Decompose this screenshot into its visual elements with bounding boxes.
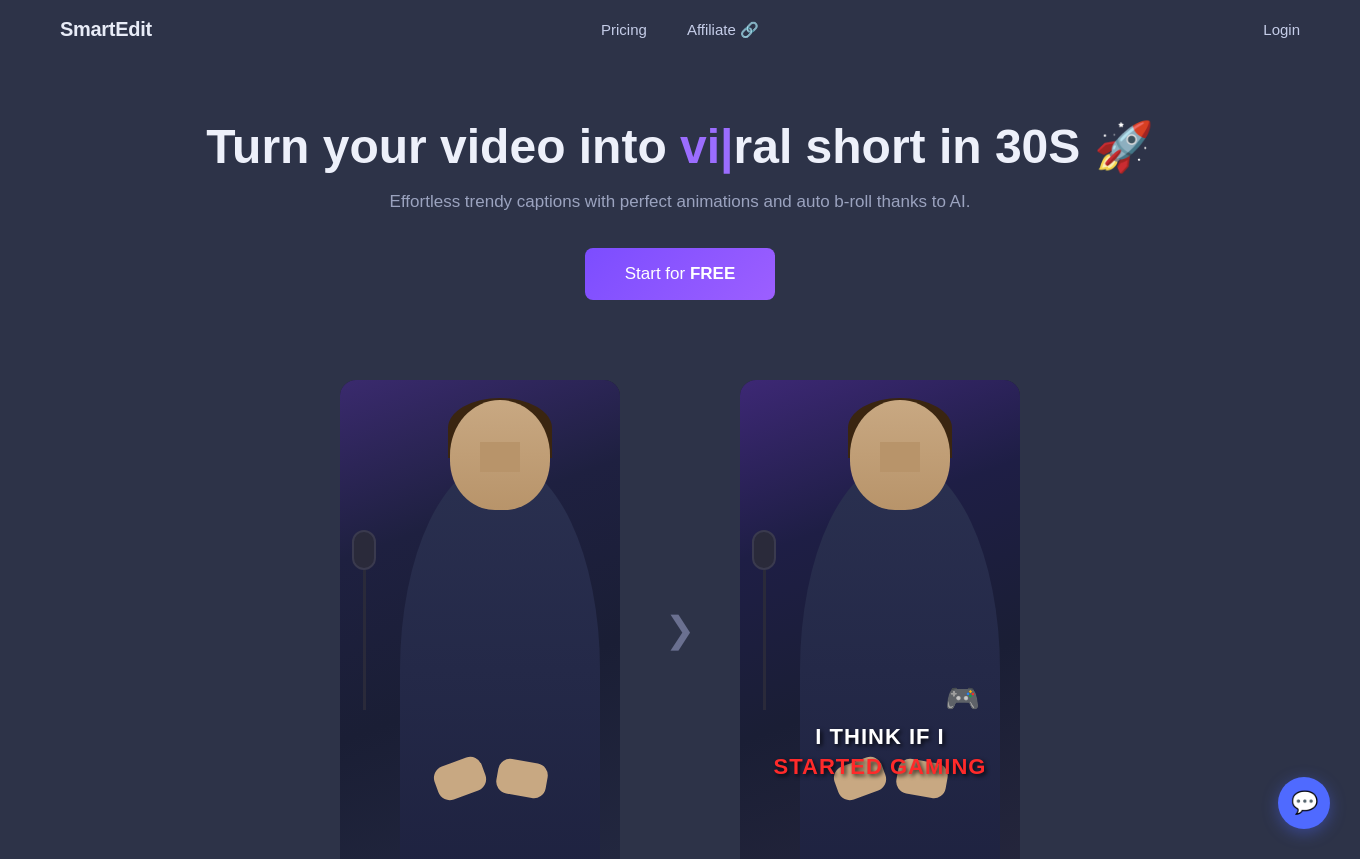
hero-section: Turn your video into vi|ral short in 30S… [0, 59, 1360, 330]
comparison-section: ❯ 🎮 [0, 380, 1360, 859]
cta-button[interactable]: Start for FREE [585, 248, 776, 300]
neck-right [880, 442, 920, 472]
hero-subtitle: Effortless trendy captions with perfect … [20, 192, 1340, 212]
microphone-right [750, 530, 778, 710]
chat-bubble-icon: 💬 [1291, 790, 1318, 816]
hero-title: Turn your video into vi|ral short in 30S… [20, 119, 1340, 174]
comparison-arrow: ❯ [665, 609, 695, 651]
game-icon: 🎮 [945, 682, 980, 715]
video-card-before [340, 380, 620, 859]
cta-strong: FREE [690, 264, 735, 283]
hand-right [495, 757, 550, 800]
video-bg-left [340, 380, 620, 859]
caption-line2: STARTED GAMING [750, 754, 1010, 780]
logo[interactable]: SmartEdit [60, 18, 152, 41]
microphone-left [350, 530, 378, 710]
neck-left [480, 442, 520, 472]
caption-overlay: I THINK IF I STARTED GAMING [740, 724, 1020, 780]
head-right [850, 400, 950, 510]
comparison-arrow-container: ❯ [620, 609, 740, 651]
video-bg-right: 🎮 I THINK IF I STARTED GAMING [740, 380, 1020, 859]
nav-affiliate[interactable]: Affiliate 🔗 [687, 21, 759, 39]
hero-title-before: Turn your video into [206, 120, 680, 173]
hero-title-highlight: vi| [680, 120, 733, 173]
nav-login[interactable]: Login [1263, 21, 1300, 38]
hero-title-after: ral short in 30S 🚀 [734, 120, 1154, 173]
video-card-after: 🎮 I THINK IF I STARTED GAMING [740, 380, 1020, 859]
nav-pricing[interactable]: Pricing [601, 21, 647, 38]
caption-line1: I THINK IF I [750, 724, 1010, 750]
navbar: SmartEdit Pricing Affiliate 🔗 Login [0, 0, 1360, 59]
chat-bubble[interactable]: 💬 [1278, 777, 1330, 829]
nav-center: Pricing Affiliate 🔗 [601, 21, 759, 39]
hand-left [431, 754, 490, 804]
hands-left [435, 761, 547, 800]
head-left [450, 400, 550, 510]
cta-prefix: Start for [625, 264, 690, 283]
